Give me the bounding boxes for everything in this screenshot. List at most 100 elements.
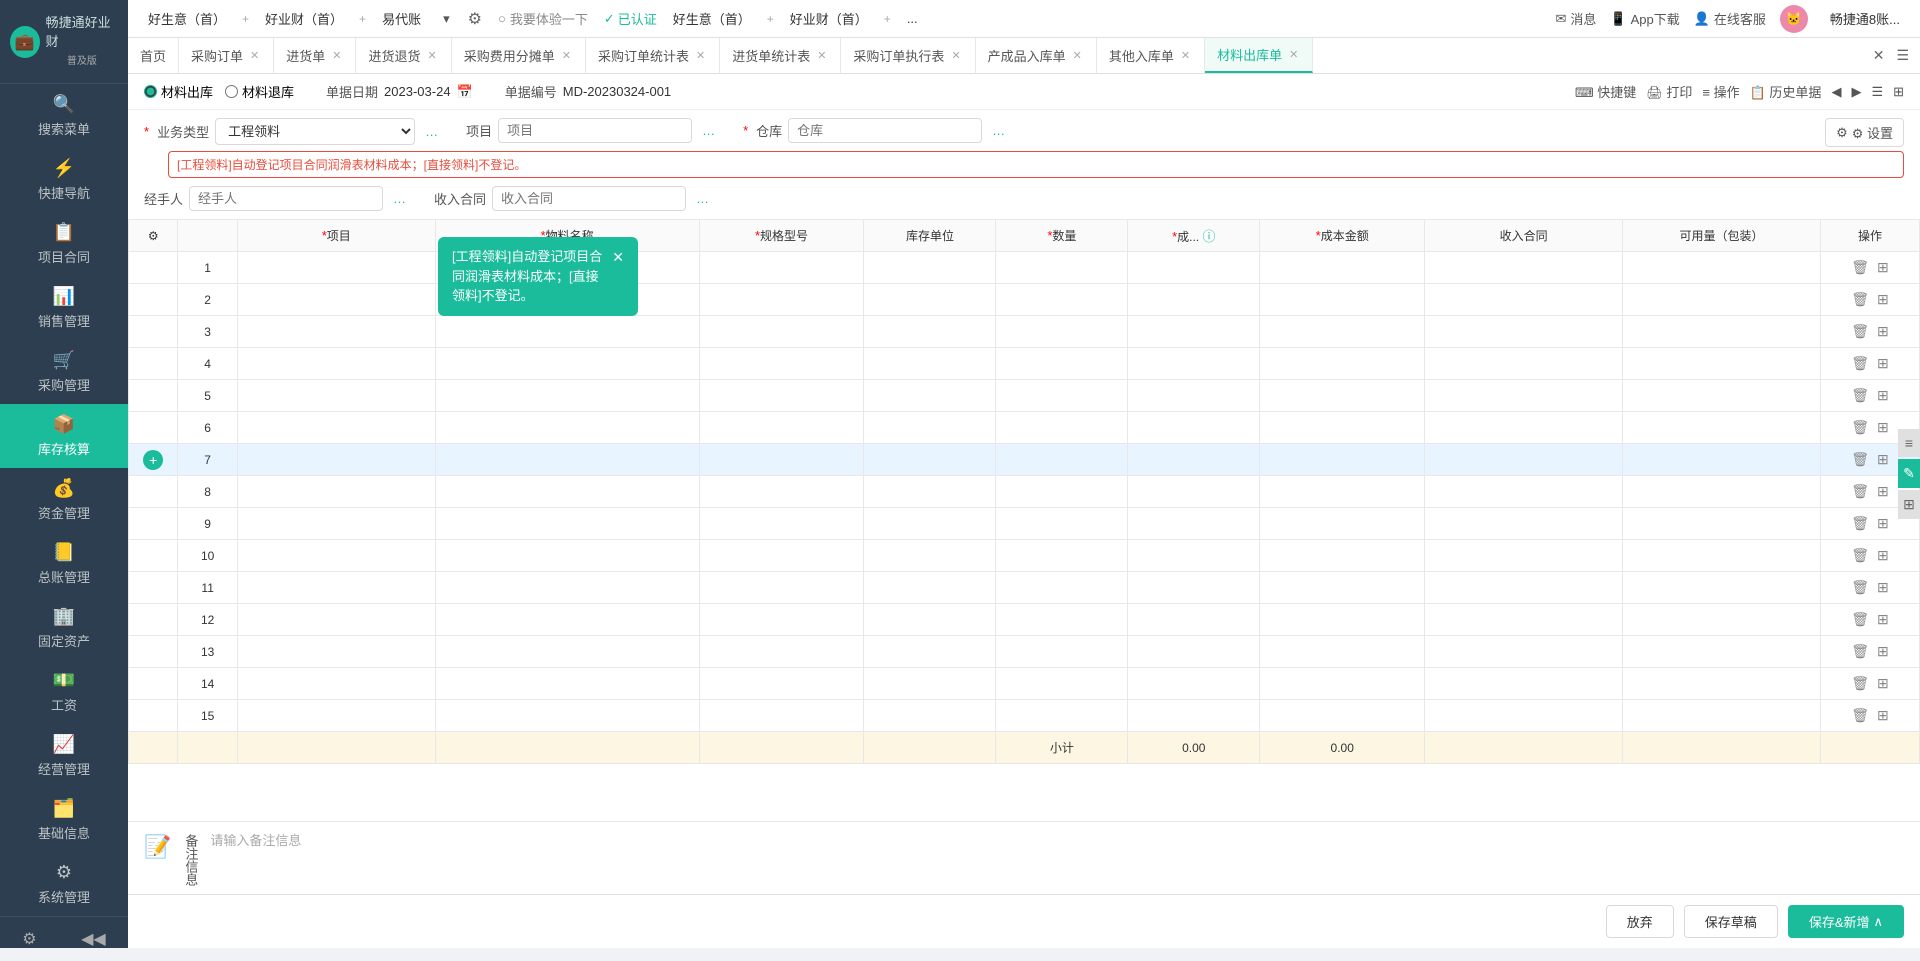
row-cost-rate-cell[interactable] <box>1128 604 1260 636</box>
row-unit-cell[interactable] <box>864 412 996 444</box>
row-spec-cell[interactable] <box>699 636 864 668</box>
row-material-cell[interactable] <box>435 380 699 412</box>
history-btn[interactable]: 📋 历史单据 <box>1750 82 1822 101</box>
notes-input[interactable]: 请输入备注信息 <box>210 830 1904 860</box>
copy-row-btn[interactable]: ⊞ <box>1875 353 1891 374</box>
row-cost-amount-cell[interactable] <box>1260 412 1425 444</box>
row-income-contract-cell[interactable] <box>1425 668 1623 700</box>
delete-row-btn[interactable]: 🗑 <box>1849 545 1871 566</box>
row-cost-amount-cell[interactable] <box>1260 540 1425 572</box>
tab-close-8[interactable]: ✕ <box>1071 48 1084 63</box>
row-income-contract-cell[interactable] <box>1425 508 1623 540</box>
row-project-cell[interactable] <box>237 636 435 668</box>
project-more-btn[interactable]: … <box>698 119 719 142</box>
row-spec-cell[interactable] <box>699 668 864 700</box>
tab-close-9[interactable]: ✕ <box>1179 48 1192 63</box>
row-spec-cell[interactable] <box>699 444 864 476</box>
row-project-cell[interactable] <box>237 252 435 284</box>
sidebar-item-经营管理[interactable]: 📈经营管理 <box>0 724 128 788</box>
radio-cailiao-tuiku[interactable]: 材料退库 <box>225 82 294 101</box>
tab-采购费用分摊单[interactable]: 采购费用分摊单✕ <box>452 38 586 73</box>
delete-row-btn[interactable]: 🗑 <box>1849 673 1871 694</box>
row-available-cell[interactable] <box>1623 604 1821 636</box>
row-cost-rate-cell[interactable] <box>1128 476 1260 508</box>
row-income-contract-cell[interactable] <box>1425 636 1623 668</box>
row-cost-rate-cell[interactable] <box>1128 444 1260 476</box>
row-project-cell[interactable] <box>237 284 435 316</box>
copy-row-btn[interactable]: ⊞ <box>1875 385 1891 406</box>
settings-gear-icon[interactable]: ⚙ <box>18 925 40 953</box>
row-spec-cell[interactable] <box>699 348 864 380</box>
row-cost-amount-cell[interactable] <box>1260 636 1425 668</box>
row-unit-cell[interactable] <box>864 284 996 316</box>
row-unit-cell[interactable] <box>864 540 996 572</box>
row-cost-rate-cell[interactable] <box>1128 348 1260 380</box>
topbar-settings-icon[interactable]: ⚙ <box>468 9 482 29</box>
topbar-nav-3[interactable]: 易代账 <box>374 5 429 32</box>
topbar-right-nav-3[interactable]: ... <box>899 7 926 30</box>
row-available-cell[interactable] <box>1623 668 1821 700</box>
row-qty-cell[interactable] <box>996 700 1128 732</box>
row-cost-amount-cell[interactable] <box>1260 316 1425 348</box>
copy-row-btn[interactable]: ⊞ <box>1875 609 1891 630</box>
row-qty-cell[interactable] <box>996 572 1128 604</box>
copy-row-btn[interactable]: ⊞ <box>1875 417 1891 438</box>
income-contract-more-btn[interactable]: … <box>692 187 713 210</box>
topbar-right-nav-2[interactable]: 好业财（首） <box>782 5 876 32</box>
row-available-cell[interactable] <box>1623 540 1821 572</box>
delete-row-btn[interactable]: 🗑 <box>1849 481 1871 502</box>
row-income-contract-cell[interactable] <box>1425 252 1623 284</box>
user-name-label[interactable]: 畅捷通8账... <box>1822 5 1908 32</box>
row-income-contract-cell[interactable] <box>1425 284 1623 316</box>
radio-cailiao-chuku[interactable]: 材料出库 <box>144 82 213 101</box>
topbar-nav-2[interactable]: 好业财（首） <box>257 5 351 32</box>
tab-进货单统计表[interactable]: 进货单统计表✕ <box>720 38 841 73</box>
tab-close-7[interactable]: ✕ <box>949 48 962 63</box>
row-spec-cell[interactable] <box>699 412 864 444</box>
sidebar-item-库存核算[interactable]: 📦库存核算 <box>0 404 128 468</box>
tab-close-2[interactable]: ✕ <box>330 48 343 63</box>
row-available-cell[interactable] <box>1623 380 1821 412</box>
row-qty-cell[interactable] <box>996 316 1128 348</box>
row-project-input[interactable] <box>244 452 429 467</box>
delete-row-btn[interactable]: 🗑 <box>1849 449 1871 470</box>
print-btn[interactable]: 🖨 打印 <box>1646 82 1692 101</box>
tab-材料出库单[interactable]: 材料出库单✕ <box>1205 38 1313 73</box>
delete-row-btn[interactable]: 🗑 <box>1849 417 1871 438</box>
copy-row-btn[interactable]: ⊞ <box>1875 449 1891 470</box>
row-project-cell[interactable] <box>237 604 435 636</box>
tabbar-menu-icon[interactable]: ☰ <box>1893 44 1912 67</box>
row-project-cell[interactable] <box>237 348 435 380</box>
tab-采购订单执行表[interactable]: 采购订单执行表✕ <box>841 38 975 73</box>
row-spec-cell[interactable] <box>699 700 864 732</box>
row-available-cell[interactable] <box>1623 476 1821 508</box>
row-spec-cell[interactable] <box>699 380 864 412</box>
row-cost-amount-cell[interactable] <box>1260 252 1425 284</box>
row-cost-rate-cell[interactable] <box>1128 668 1260 700</box>
handler-more-btn[interactable]: … <box>389 187 410 210</box>
row-project-cell[interactable] <box>237 668 435 700</box>
row-project-cell[interactable] <box>237 412 435 444</box>
topbar-right-nav-1[interactable]: 好生意（首） <box>665 5 759 32</box>
row-material-cell[interactable] <box>435 572 699 604</box>
row-qty-cell[interactable] <box>996 380 1128 412</box>
row-unit-cell[interactable] <box>864 380 996 412</box>
topbar-trial-btn[interactable]: ○ 我要体验一下 <box>498 9 588 28</box>
row-qty-cell[interactable] <box>996 540 1128 572</box>
row-qty-cell[interactable] <box>996 636 1128 668</box>
topbar-more-btn[interactable]: ▾ <box>437 7 456 31</box>
delete-row-btn[interactable]: 🗑 <box>1849 577 1871 598</box>
row-project-cell[interactable] <box>237 444 435 476</box>
nav-prev-btn[interactable]: ◀ <box>1831 84 1841 100</box>
row-cost-rate-cell[interactable] <box>1128 700 1260 732</box>
sidebar-item-项目合同[interactable]: 📋项目合同 <box>0 212 128 276</box>
row-income-contract-cell[interactable] <box>1425 348 1623 380</box>
row-available-cell[interactable] <box>1623 348 1821 380</box>
row-qty-cell[interactable] <box>996 284 1128 316</box>
row-unit-cell[interactable] <box>864 444 996 476</box>
row-cost-amount-cell[interactable] <box>1260 444 1425 476</box>
row-unit-cell[interactable] <box>864 572 996 604</box>
row-material-cell[interactable] <box>435 700 699 732</box>
row-spec-cell[interactable] <box>699 316 864 348</box>
delete-row-btn[interactable]: 🗑 <box>1849 609 1871 630</box>
